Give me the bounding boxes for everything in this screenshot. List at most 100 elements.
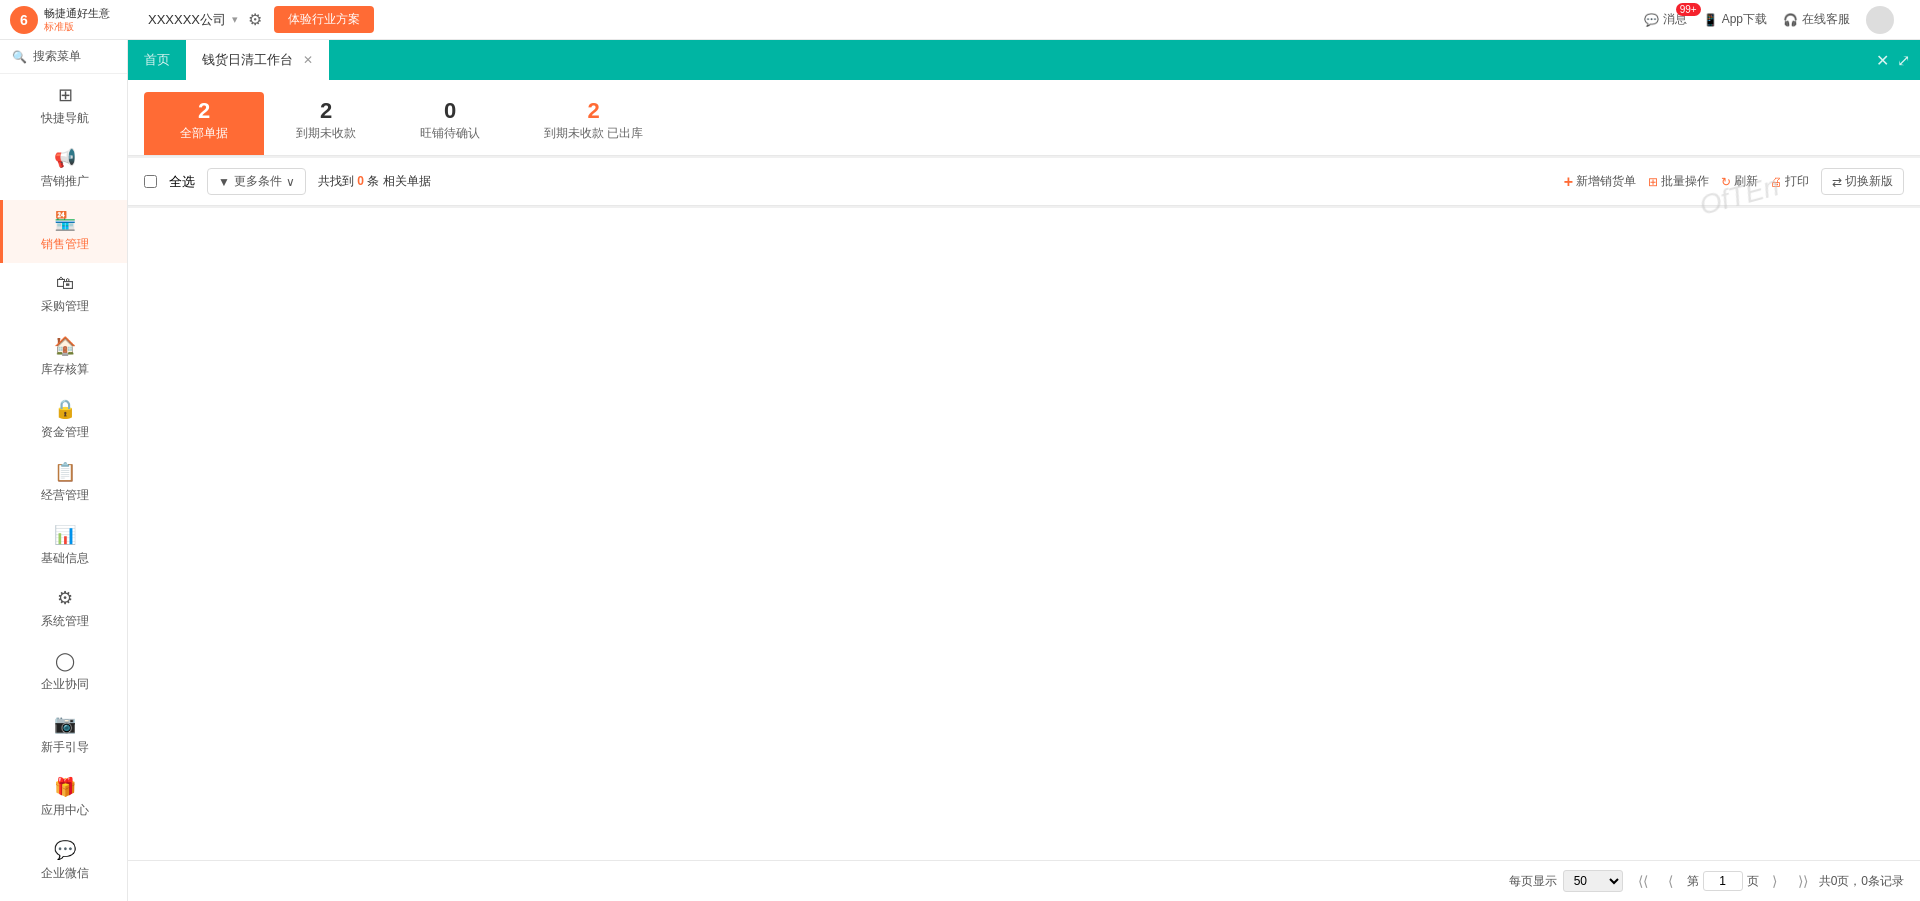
logo-icon: 6 <box>10 6 38 34</box>
megaphone-icon: 📢 <box>54 147 76 169</box>
first-page-button[interactable]: ⟨⟨ <box>1631 869 1655 893</box>
found-text: 共找到 0 条 相关单据 <box>318 173 431 190</box>
sidebar-item-changhui[interactable]: ▽ 畅会员 <box>0 892 127 901</box>
sidebar: 🔍 搜索菜单 ⊞ 快捷导航 📢 营销推广 🏪 销售管理 🛍 采购管理 🏠 库存核… <box>0 40 128 901</box>
found-unit: 条 <box>367 174 379 188</box>
logo-area: 6 畅捷通好生意 标准版 <box>10 6 138 34</box>
wechat-icon: 💬 <box>54 839 76 861</box>
tab-close-icon[interactable]: ✕ <box>303 53 313 67</box>
sidebar-label-caigou: 采购管理 <box>41 298 89 315</box>
tab-qianhuo[interactable]: 钱货日清工作台 ✕ <box>186 40 329 80</box>
sidebar-label-xiaoshou: 销售管理 <box>41 236 89 253</box>
store-icon: 🏪 <box>54 210 76 232</box>
prev-page-button[interactable]: ⟨ <box>1659 869 1683 893</box>
app-download-button[interactable]: 📱 App下载 <box>1703 11 1767 28</box>
sidebar-item-zijin[interactable]: 🔒 资金管理 <box>0 388 127 451</box>
experience-button[interactable]: 体验行业方案 <box>274 6 374 33</box>
batch-operation-button[interactable]: ⊞ 批量操作 <box>1648 173 1709 190</box>
guide-icon: 📷 <box>54 713 76 735</box>
main-content: 首页 钱货日清工作台 ✕ ✕ ⤢ 2 全部单据 2 到期未收款 <box>128 40 1920 901</box>
enterprise-icon: ◯ <box>55 650 75 672</box>
tab-bar-actions: ✕ ⤢ <box>1876 51 1920 70</box>
sidebar-item-qiyeweixin[interactable]: 💬 企业微信 <box>0 829 127 892</box>
sidebar-item-kucun[interactable]: 🏠 库存核算 <box>0 325 127 388</box>
settings-icon[interactable]: ⚙ <box>248 10 262 29</box>
stat-num-all: 2 <box>198 100 210 122</box>
stat-num-wangpu: 0 <box>444 100 456 122</box>
plus-icon: + <box>1564 173 1573 191</box>
sidebar-item-caigou[interactable]: 🛍 采购管理 <box>0 263 127 325</box>
messages-button[interactable]: 💬 消息 99+ <box>1644 11 1687 28</box>
avatar[interactable] <box>1866 6 1894 34</box>
switch-icon: ⇄ <box>1832 175 1842 189</box>
last-page-button[interactable]: ⟩⟩ <box>1791 869 1815 893</box>
stat-label-overdue-shipped: 到期未收款 已出库 <box>544 125 643 142</box>
tab-minimize-icon[interactable]: ✕ <box>1876 51 1889 70</box>
page-size-select[interactable]: 50 20 100 <box>1563 870 1623 892</box>
stat-label-all: 全部单据 <box>180 125 228 142</box>
sidebar-item-yingxiao[interactable]: 📢 营销推广 <box>0 137 127 200</box>
qianhuo-tab-label: 钱货日清工作台 <box>202 51 293 69</box>
list-toolbar: 全选 ▼ 更多条件 ∨ 共找到 0 条 相关单据 + 新增销货单 <box>128 158 1920 206</box>
stat-tab-overdue-shipped[interactable]: 2 到期未收款 已出库 <box>512 92 675 155</box>
toolbar-right: + 新增销货单 ⊞ 批量操作 ↻ 刷新 🖨 打印 <box>1564 168 1904 195</box>
current-page-input[interactable] <box>1703 871 1743 891</box>
message-icon: 💬 <box>1644 13 1659 27</box>
stat-num-overdue-shipped: 2 <box>588 100 600 122</box>
total-info-label: 共0页，0条记录 <box>1819 873 1904 890</box>
sidebar-item-qiyexietong[interactable]: ◯ 企业协同 <box>0 640 127 703</box>
sidebar-item-jichu[interactable]: 📊 基础信息 <box>0 514 127 577</box>
sidebar-label-qiyeweixin: 企业微信 <box>41 865 89 882</box>
messages-badge: 99+ <box>1676 3 1701 16</box>
online-service-button[interactable]: 🎧 在线客服 <box>1783 11 1850 28</box>
pagination-controls: ⟨⟨ ⟨ 第 页 ⟩ ⟩⟩ 共0页，0条记录 <box>1631 869 1904 893</box>
print-label: 打印 <box>1785 173 1809 190</box>
service-icon: 🎧 <box>1783 13 1798 27</box>
found-count: 0 <box>357 174 364 188</box>
sidebar-item-yingyong[interactable]: 🎁 应用中心 <box>0 766 127 829</box>
search-menu-item[interactable]: 🔍 搜索菜单 <box>0 40 127 74</box>
refresh-label: 刷新 <box>1734 173 1758 190</box>
batch-icon: ⊞ <box>1648 175 1658 189</box>
select-all-checkbox[interactable] <box>144 175 157 188</box>
search-icon: 🔍 <box>12 50 27 64</box>
tab-home[interactable]: 首页 <box>128 40 186 80</box>
filter-label: 更多条件 <box>234 173 282 190</box>
print-button[interactable]: 🖨 打印 <box>1770 173 1809 190</box>
grid-icon: ⊞ <box>58 84 73 106</box>
chevron-icon: ∨ <box>286 175 295 189</box>
sidebar-label-qiyexietong: 企业协同 <box>41 676 89 693</box>
found-prefix: 共找到 <box>318 174 354 188</box>
next-page-button[interactable]: ⟩ <box>1763 869 1787 893</box>
sidebar-item-xitong[interactable]: ⚙ 系统管理 <box>0 577 127 640</box>
main-layout: 🔍 搜索菜单 ⊞ 快捷导航 📢 营销推广 🏪 销售管理 🛍 采购管理 🏠 库存核… <box>0 40 1920 901</box>
add-sale-button[interactable]: + 新增销货单 <box>1564 173 1636 191</box>
filter-icon: ▼ <box>218 175 230 189</box>
settings-icon: ⚙ <box>57 587 73 609</box>
sidebar-item-jingying[interactable]: 📋 经营管理 <box>0 451 127 514</box>
refresh-icon: ↻ <box>1721 175 1731 189</box>
report-icon: 📋 <box>54 461 76 483</box>
sidebar-label-xitong: 系统管理 <box>41 613 89 630</box>
sidebar-label-zijin: 资金管理 <box>41 424 89 441</box>
app-download-label: App下载 <box>1722 11 1767 28</box>
switch-version-button[interactable]: ⇄ 切换新版 <box>1821 168 1904 195</box>
app-center-icon: 🎁 <box>54 776 76 798</box>
sidebar-item-xiaoshou[interactable]: 🏪 销售管理 <box>0 200 127 263</box>
stat-label-wangpu: 旺铺待确认 <box>420 125 480 142</box>
stat-tab-all[interactable]: 2 全部单据 <box>144 92 264 155</box>
filter-button[interactable]: ▼ 更多条件 ∨ <box>207 168 306 195</box>
company-name: XXXXXX公司 <box>148 11 226 29</box>
search-menu-label: 搜索菜单 <box>33 48 81 65</box>
stat-tab-overdue[interactable]: 2 到期未收款 <box>264 92 388 155</box>
refresh-button[interactable]: ↻ 刷新 <box>1721 173 1758 190</box>
stat-tab-wangpu[interactable]: 0 旺铺待确认 <box>388 92 512 155</box>
per-page-label: 每页显示 <box>1509 873 1557 890</box>
sidebar-item-xinshou[interactable]: 📷 新手引导 <box>0 703 127 766</box>
warehouse-icon: 🏠 <box>54 335 76 357</box>
tab-maximize-icon[interactable]: ⤢ <box>1897 51 1910 70</box>
company-selector[interactable]: XXXXXX公司 ▾ <box>148 11 238 29</box>
logo-text: 畅捷通好生意 标准版 <box>44 6 110 33</box>
sidebar-item-kuaijie[interactable]: ⊞ 快捷导航 <box>0 74 127 137</box>
sidebar-label-jichu: 基础信息 <box>41 550 89 567</box>
